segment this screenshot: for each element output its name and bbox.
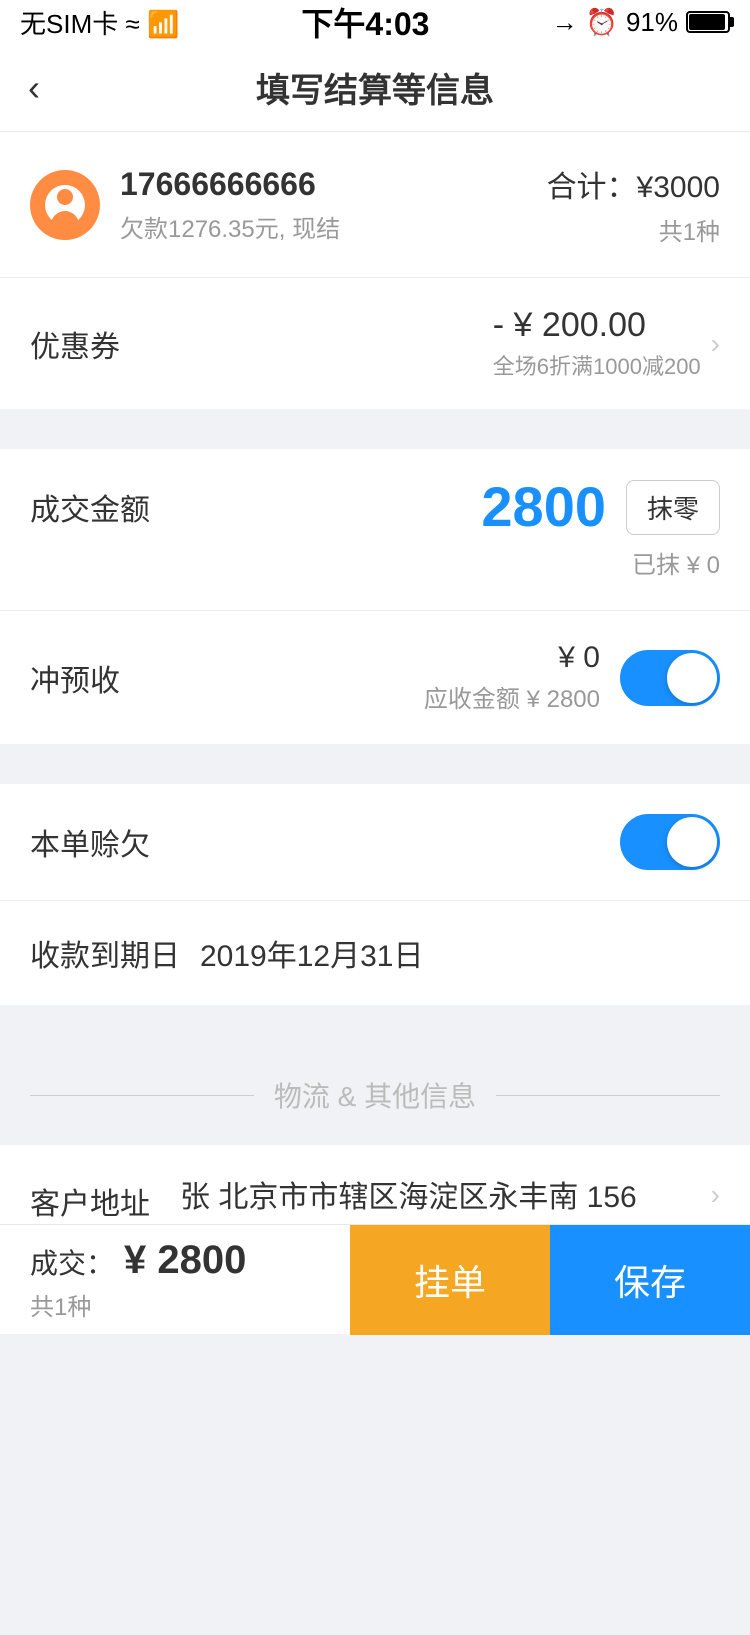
- page-title: 填写结算等信息: [256, 63, 494, 112]
- avatar: [30, 170, 100, 240]
- bottom-deal-label: 成交：: [30, 1242, 114, 1282]
- prepay-section: 冲预收 ¥ 0 应收金额 ¥ 2800: [0, 610, 750, 744]
- address-arrow-icon: ›: [711, 1175, 720, 1211]
- address-label: 客户地址: [30, 1175, 150, 1223]
- logistics-section: 物流 & 其他信息: [0, 1045, 750, 1145]
- coupon-right: - ¥ 200.00 全场6折满1000减200 ›: [493, 306, 720, 381]
- bottom-info: 成交： ¥ 2800 共1种: [0, 1238, 350, 1322]
- total-amount: 合计：¥3000: [547, 162, 720, 206]
- customer-note: 欠款1276.35元, 现结: [120, 209, 340, 244]
- duedate-value: 2019年12月31日: [200, 931, 423, 975]
- coupon-desc: 全场6折满1000减200: [493, 349, 701, 381]
- nav-bar: ‹ 填写结算等信息: [0, 44, 750, 132]
- back-button[interactable]: ‹: [28, 67, 40, 109]
- hang-button[interactable]: 挂单: [350, 1225, 550, 1335]
- separator-1: [0, 429, 750, 449]
- deal-right: 2800 抹零: [481, 479, 720, 535]
- status-right: → ⏰ 91%: [552, 7, 730, 38]
- prepay-row: 冲预收 ¥ 0 应收金额 ¥ 2800: [30, 641, 720, 714]
- toggle-knob: [667, 653, 717, 703]
- separator-3: [0, 1025, 750, 1045]
- battery-percent: 91%: [626, 7, 678, 38]
- bottom-deal-amount: ¥ 2800: [124, 1238, 246, 1283]
- coupon-arrow-icon: ›: [711, 328, 720, 360]
- deal-amount: 2800: [481, 479, 606, 535]
- prepay-toggle[interactable]: [620, 650, 720, 706]
- customer-info: 17666666666 欠款1276.35元, 现结: [120, 166, 340, 244]
- logistics-line-left: [30, 1095, 254, 1096]
- deal-card: 成交金额 2800 抹零 已抹 ¥ 0 冲预收 ¥ 0 应收金额 ¥ 2800: [0, 449, 750, 744]
- bottom-count: 共1种: [30, 1287, 320, 1322]
- customer-right: 合计：¥3000 共1种: [547, 162, 720, 247]
- battery-fill: [689, 14, 725, 30]
- prepay-label: 冲预收: [30, 656, 120, 700]
- content-area: 17666666666 欠款1276.35元, 现结 合计：¥3000 共1种 …: [0, 132, 750, 1635]
- logistics-label: 物流 & 其他信息: [274, 1075, 476, 1115]
- status-bar: 无SIM卡 ≈ 📶 下午4:03 → ⏰ 91%: [0, 0, 750, 44]
- prepay-amount-group: ¥ 0 应收金额 ¥ 2800: [424, 641, 600, 714]
- debt-label: 本单赊欠: [30, 820, 150, 864]
- debt-section: 本单赊欠: [0, 784, 750, 900]
- customer-phone: 17666666666: [120, 166, 340, 203]
- customer-card: 17666666666 欠款1276.35元, 现结 合计：¥3000 共1种 …: [0, 132, 750, 409]
- customer-left: 17666666666 欠款1276.35元, 现结: [30, 166, 340, 244]
- bottom-deal-row: 成交： ¥ 2800: [30, 1238, 320, 1283]
- total-count: 共1种: [547, 212, 720, 247]
- deal-row: 成交金额 2800 抹零: [30, 479, 720, 535]
- location-icon: →: [552, 7, 578, 38]
- duedate-section: 收款到期日 2019年12月31日: [0, 900, 750, 1005]
- avatar-inner: [45, 185, 85, 225]
- prepay-right: ¥ 0 应收金额 ¥ 2800: [424, 641, 720, 714]
- gray-area: [0, 1315, 750, 1515]
- bottom-bar: 成交： ¥ 2800 共1种 挂单 保存: [0, 1224, 750, 1334]
- duedate-row: 收款到期日 2019年12月31日: [30, 931, 720, 975]
- coupon-discount: - ¥ 200.00: [493, 306, 701, 345]
- deal-section: 成交金额 2800 抹零 已抹 ¥ 0: [0, 449, 750, 610]
- prepay-amount: ¥ 0: [424, 641, 600, 675]
- duedate-label: 收款到期日: [30, 931, 180, 975]
- coupon-row[interactable]: 优惠券 - ¥ 200.00 全场6折满1000减200 ›: [0, 277, 750, 409]
- prepay-sub: 应收金额 ¥ 2800: [424, 679, 600, 714]
- battery-icon: [686, 11, 730, 33]
- alarm-icon: ⏰: [586, 7, 618, 38]
- customer-row: 17666666666 欠款1276.35元, 现结 合计：¥3000 共1种: [0, 132, 750, 277]
- coupon-label: 优惠券: [30, 322, 120, 366]
- save-button[interactable]: 保存: [550, 1225, 750, 1335]
- debt-toggle-knob: [667, 817, 717, 867]
- round-button[interactable]: 抹零: [626, 480, 720, 535]
- logistics-line-right: [496, 1095, 720, 1096]
- deal-sub: 已抹 ¥ 0: [30, 545, 720, 580]
- status-time: 下午4:03: [301, 0, 429, 45]
- deal-label: 成交金额: [30, 485, 150, 529]
- debt-card: 本单赊欠 收款到期日 2019年12月31日: [0, 784, 750, 1005]
- status-left: 无SIM卡 ≈ 📶: [20, 4, 179, 41]
- separator-2: [0, 764, 750, 784]
- debt-toggle[interactable]: [620, 814, 720, 870]
